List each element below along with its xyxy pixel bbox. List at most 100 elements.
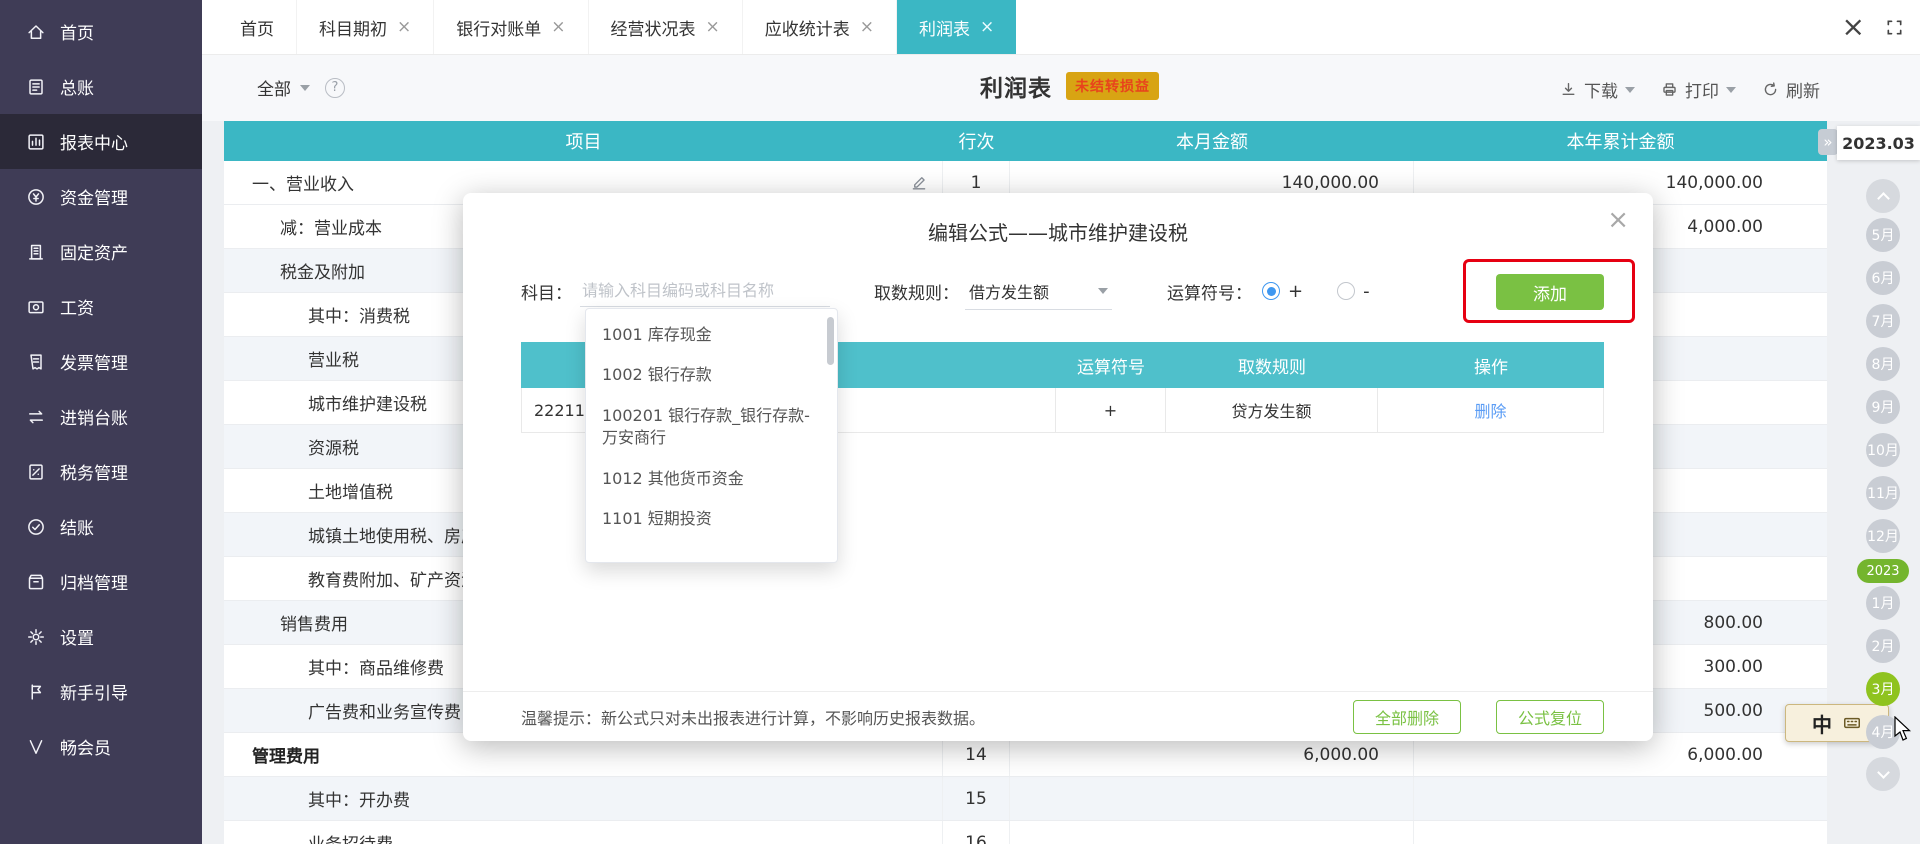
formula-edit-icon[interactable]	[910, 174, 928, 192]
subject-dropdown: 1001 库存现金 1002 银行存款 100201 银行存款_银行存款-万安商行 1…	[585, 308, 838, 563]
closing-icon	[26, 517, 46, 537]
sidebar-item-salary[interactable]: 工资	[0, 279, 202, 334]
sidebar-item-trade[interactable]: 进销台账	[0, 389, 202, 444]
rule-select[interactable]: 借方发生额	[965, 273, 1112, 310]
refresh-icon	[1764, 82, 1777, 96]
month-button[interactable]: 1月	[1866, 586, 1900, 620]
sidebar-item-guide[interactable]: 新手引导	[0, 664, 202, 719]
member-icon	[26, 737, 46, 757]
month-button[interactable]: 2月	[1866, 629, 1900, 663]
cell-year-amount	[1414, 821, 1827, 844]
scrollbar-thumb[interactable]	[827, 317, 834, 365]
chevron-up-icon	[1876, 192, 1890, 205]
subject-option[interactable]: 100201 银行存款_银行存款-万安商行	[586, 396, 837, 459]
month-button[interactable]: 3月	[1866, 672, 1900, 706]
download-icon	[1562, 82, 1575, 95]
month-button[interactable]: 9月	[1866, 390, 1900, 424]
month-button[interactable]: 5月	[1866, 218, 1900, 252]
sidebar-item-label: 设置	[60, 629, 94, 649]
sidebar-item-label: 发票管理	[60, 354, 128, 374]
report-toolbar: 全部 ? 利润表 未结转损益 下载 打印 刷新	[202, 55, 1920, 121]
subject-options: 1001 库存现金 1002 银行存款 100201 银行存款_银行存款-万安商行 1…	[586, 315, 837, 539]
tab-close-icon[interactable]: ×	[397, 18, 411, 36]
tab-close-icon[interactable]: ×	[551, 18, 565, 36]
delete-link[interactable]: 删除	[1474, 398, 1506, 422]
sidebar-item-tax[interactable]: 税务管理	[0, 444, 202, 499]
cell-item-text: 城市维护建设税	[308, 395, 427, 415]
tab-item[interactable]: 利润表 ×	[897, 0, 1017, 54]
sidebar-item-label: 税务管理	[60, 464, 128, 484]
operator-minus-radio[interactable]: -	[1337, 281, 1370, 302]
operator-plus-radio[interactable]: +	[1262, 281, 1303, 302]
chevron-down-icon	[1876, 765, 1890, 779]
column-header: 行次	[958, 132, 995, 153]
subject-option[interactable]: 1001 库存现金	[586, 315, 837, 355]
status-badge[interactable]: 未结转损益	[1066, 72, 1159, 100]
tab-label: 首页	[240, 19, 274, 40]
cell-line: 15	[943, 777, 1010, 820]
month-rail: 2023.03 5月 6月 7月 8月 9月 10月 11月 12月 2023 1月 2月 3月 4月	[1825, 121, 1920, 844]
tab-item[interactable]: 经营状况表 ×	[589, 0, 743, 54]
sidebar-item-closing[interactable]: 结账	[0, 499, 202, 554]
subject-option[interactable]: 1002 银行存款	[586, 355, 837, 395]
month-button[interactable]: 8月	[1866, 347, 1900, 381]
scroll-up-button[interactable]	[1866, 179, 1900, 213]
sidebar-item-settings[interactable]: 设置	[0, 609, 202, 664]
fullscreen-icon[interactable]	[1885, 18, 1904, 37]
month-button[interactable]: 7月	[1866, 304, 1900, 338]
tab-close-icon[interactable]: ×	[860, 18, 874, 36]
cell-item-text: 其中：开办费	[308, 791, 410, 811]
chevron-down-icon	[300, 84, 310, 91]
month-button[interactable]: 6月	[1866, 261, 1900, 295]
month-button[interactable]: 10月	[1866, 433, 1900, 467]
tab-label: 银行对账单	[456, 19, 542, 40]
year-badge: 2023	[1857, 559, 1909, 583]
sidebar-item-ledger[interactable]: 总账	[0, 59, 202, 114]
salary-icon	[26, 297, 46, 317]
report-row[interactable]: 业务招待费 16	[224, 821, 1827, 844]
add-button[interactable]: 添加	[1496, 274, 1604, 310]
tab-item[interactable]: 银行对账单 ×	[434, 0, 589, 54]
subject-option[interactable]: 1012 其他货币资金	[586, 459, 837, 499]
tab-item[interactable]: 科目期初 ×	[297, 0, 435, 54]
sidebar-item-archive[interactable]: 归档管理	[0, 554, 202, 609]
tab-item[interactable]: 应收统计表 ×	[743, 0, 897, 54]
delete-all-button[interactable]: 全部删除	[1353, 699, 1461, 734]
trade-icon	[26, 407, 46, 427]
subject-input[interactable]	[580, 275, 830, 307]
cell-item-text: 管理费用	[252, 747, 320, 767]
month-button[interactable]: 4月	[1866, 715, 1900, 749]
sidebar-item-label: 首页	[60, 24, 94, 44]
help-icon[interactable]: ?	[325, 77, 345, 98]
reset-button[interactable]: 公式复位	[1496, 699, 1604, 734]
dialog-close-button[interactable]: ×	[1607, 207, 1629, 233]
column-header: 本年累计金额	[1566, 132, 1675, 153]
window-close-button[interactable]: ×	[1842, 13, 1865, 41]
sidebar-item-assets[interactable]: 固定资产	[0, 224, 202, 279]
tab-close-icon[interactable]: ×	[980, 18, 994, 36]
tab-close-icon[interactable]: ×	[706, 18, 720, 36]
report-header: 项目 行次 本月金额 本年累计金额	[224, 121, 1827, 161]
funds-icon	[26, 187, 46, 207]
cell-item-text: 税金及附加	[280, 263, 365, 283]
sidebar-item-funds[interactable]: 资金管理	[0, 169, 202, 224]
subject-label: 科目：	[521, 283, 572, 304]
tab-item[interactable]: 首页	[218, 0, 297, 54]
sidebar-item-member[interactable]: 畅会员	[0, 719, 202, 774]
scope-filter[interactable]: 全部 ?	[257, 75, 345, 100]
sidebar-item-label: 畅会员	[60, 739, 111, 759]
month-button[interactable]: 12月	[1866, 519, 1900, 553]
sidebar-item-home[interactable]: 首页	[0, 4, 202, 59]
download-button[interactable]: 下载	[1560, 77, 1635, 102]
report-row[interactable]: 其中：开办费 15	[224, 777, 1827, 821]
sidebar-item-invoice[interactable]: 发票管理	[0, 334, 202, 389]
scroll-down-button[interactable]	[1866, 757, 1900, 791]
print-button[interactable]: 打印	[1661, 77, 1736, 102]
cell-item-text: 土地增值税	[308, 483, 393, 503]
subject-option[interactable]: 1101 短期投资	[586, 499, 837, 539]
sidebar-item-report[interactable]: 报表中心	[0, 114, 202, 169]
refresh-button[interactable]: 刷新	[1762, 77, 1820, 102]
sidebar-item-label: 进销台账	[60, 409, 128, 429]
month-button[interactable]: 11月	[1866, 476, 1900, 510]
column-header: 项目	[565, 132, 602, 153]
